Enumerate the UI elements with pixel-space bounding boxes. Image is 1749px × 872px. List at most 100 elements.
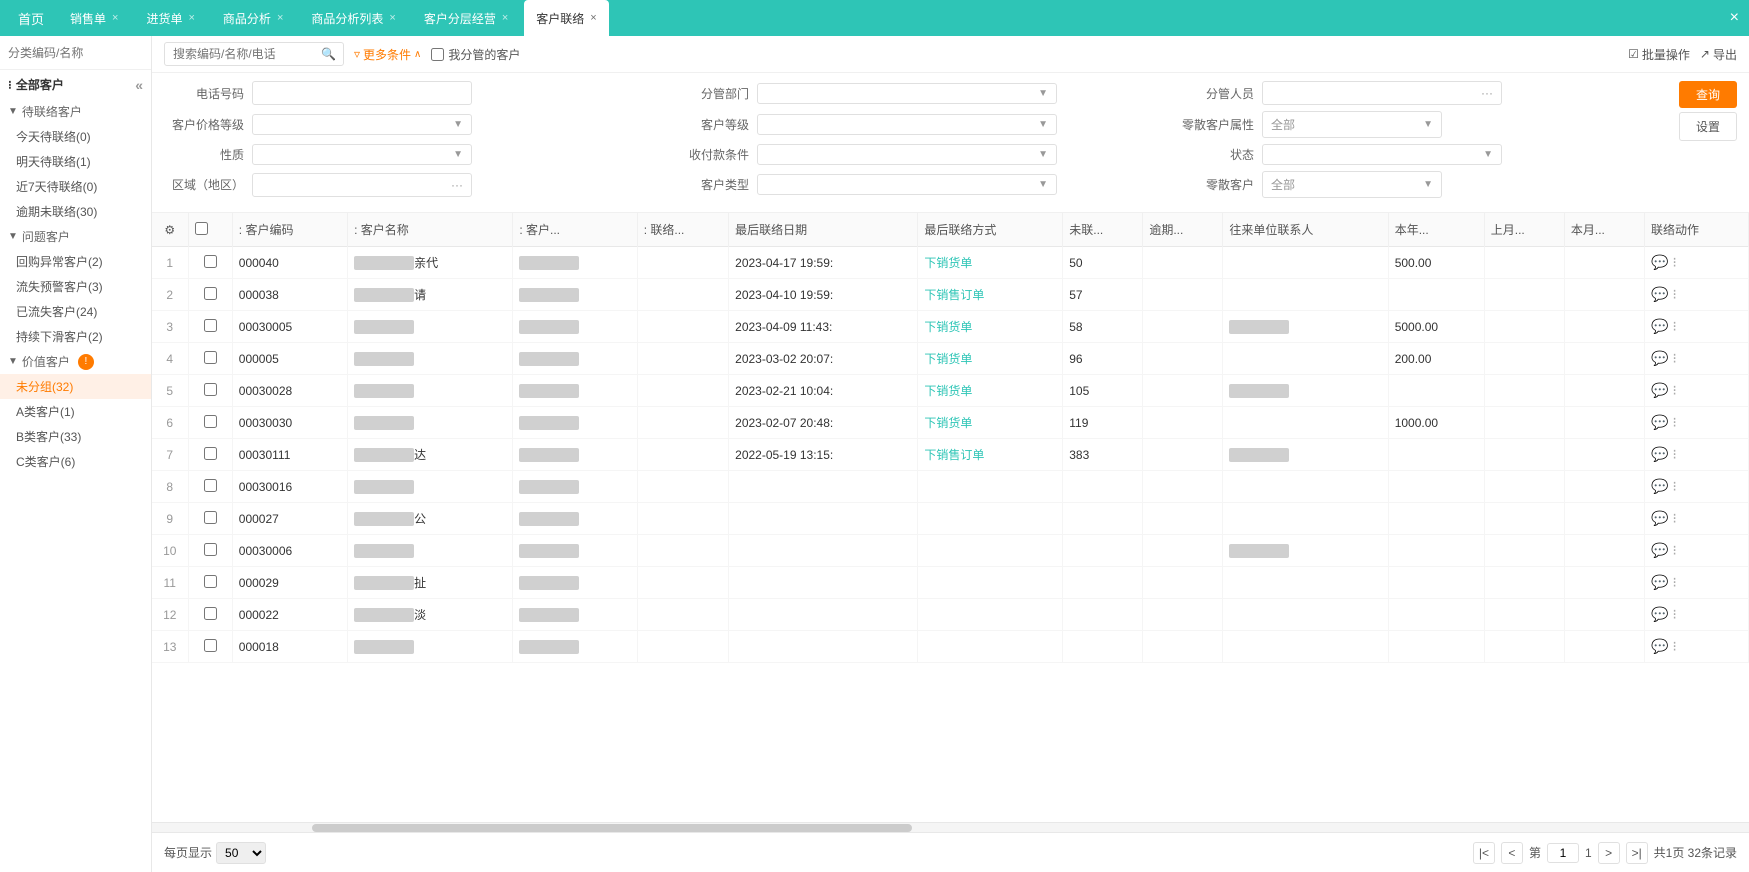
select-all-checkbox[interactable] xyxy=(195,222,208,235)
nav-tab-customer-tier[interactable]: 客户分层经营 × xyxy=(412,0,520,36)
chat-action-icon[interactable]: 💬 xyxy=(1651,254,1668,271)
chat-action-icon[interactable]: 💬 xyxy=(1651,414,1668,431)
next-page-button[interactable]: > xyxy=(1598,842,1620,864)
chat-action-icon[interactable]: 💬 xyxy=(1651,318,1668,335)
row-checkbox[interactable] xyxy=(188,567,232,599)
scattered-attr-select[interactable]: 全部 ▼ xyxy=(1262,111,1442,138)
method-link[interactable]: 下销售订单 xyxy=(924,448,984,462)
col-contact-person[interactable]: 往来单位联系人 xyxy=(1223,213,1388,247)
grid-action-icon[interactable]: ⁝ xyxy=(1672,382,1676,399)
grid-action-icon[interactable]: ⁝ xyxy=(1672,254,1676,271)
first-page-button[interactable]: |< xyxy=(1473,842,1495,864)
nav-tab-customer-contact[interactable]: 客户联络 × xyxy=(524,0,608,36)
sidebar-item-today[interactable]: 今天待联络(0) xyxy=(0,124,151,149)
sidebar-search[interactable]: 🔍 xyxy=(0,36,151,70)
col-contact[interactable]: : 联络... xyxy=(637,213,728,247)
col-settings[interactable]: ⚙ xyxy=(152,213,188,247)
grid-action-icon[interactable]: ⁝ xyxy=(1672,446,1676,463)
sidebar-item-7days[interactable]: 近7天待联络(0) xyxy=(0,174,151,199)
nav-home[interactable]: 首页 xyxy=(8,9,54,28)
method-link[interactable]: 下销货单 xyxy=(924,384,972,398)
col-this-year[interactable]: 本年... xyxy=(1388,213,1484,247)
query-button[interactable]: 查询 xyxy=(1679,81,1737,108)
batch-operation-button[interactable]: ☑ 批量操作 xyxy=(1628,46,1690,63)
nav-tab-product-analysis[interactable]: 商品分析 × xyxy=(211,0,295,36)
last-page-button[interactable]: >| xyxy=(1626,842,1648,864)
row-checkbox[interactable] xyxy=(188,343,232,375)
region-select[interactable]: ··· xyxy=(252,173,472,197)
grid-action-icon[interactable]: ⁝ xyxy=(1672,350,1676,367)
col-unlink[interactable]: 未联... xyxy=(1063,213,1143,247)
collapse-icon[interactable]: « xyxy=(135,77,143,93)
col-last-date[interactable]: 最后联络日期 xyxy=(729,213,918,247)
grid-action-icon[interactable]: ⁝ xyxy=(1672,318,1676,335)
sidebar-item-tomorrow[interactable]: 明天待联络(1) xyxy=(0,149,151,174)
search-input[interactable] xyxy=(164,42,344,66)
method-link[interactable]: 下销货单 xyxy=(924,416,972,430)
col-overdue[interactable]: 逾期... xyxy=(1143,213,1223,247)
close-all-button[interactable]: × xyxy=(1730,9,1739,27)
page-size-select[interactable]: 50 100 xyxy=(216,842,266,864)
grid-action-icon[interactable]: ⁝ xyxy=(1672,510,1676,527)
manager-select[interactable]: ··· xyxy=(1262,81,1502,105)
close-icon[interactable]: × xyxy=(277,12,283,24)
col-checkbox[interactable] xyxy=(188,213,232,247)
grid-action-icon[interactable]: ⁝ xyxy=(1672,414,1676,431)
col-last-month[interactable]: 上月... xyxy=(1484,213,1564,247)
export-button[interactable]: ↗ 导出 xyxy=(1700,46,1737,63)
page-number-input[interactable] xyxy=(1547,843,1579,863)
payment-select[interactable]: ▼ xyxy=(757,144,1057,165)
method-link[interactable]: 下销货单 xyxy=(924,256,972,270)
nav-tab-product-list[interactable]: 商品分析列表 × xyxy=(299,0,407,36)
close-icon[interactable]: × xyxy=(188,12,194,24)
grid-action-icon[interactable]: ⁝ xyxy=(1672,286,1676,303)
row-checkbox[interactable] xyxy=(188,247,232,279)
chat-action-icon[interactable]: 💬 xyxy=(1651,606,1668,623)
close-icon[interactable]: × xyxy=(112,12,118,24)
col-customer-type[interactable]: : 客户... xyxy=(513,213,637,247)
sidebar-item-declining[interactable]: 持续下滑客户(2) xyxy=(0,324,151,349)
nature-select[interactable]: ▼ xyxy=(252,144,472,165)
customer-level-select[interactable]: ▼ xyxy=(757,114,1057,135)
grid-action-icon[interactable]: ⁝ xyxy=(1672,542,1676,559)
phone-input[interactable] xyxy=(252,81,472,105)
chat-action-icon[interactable]: 💬 xyxy=(1651,638,1668,655)
price-level-select[interactable]: ▼ xyxy=(252,114,472,135)
col-name[interactable]: : 客户名称 xyxy=(348,213,513,247)
chat-action-icon[interactable]: 💬 xyxy=(1651,478,1668,495)
row-checkbox[interactable] xyxy=(188,279,232,311)
row-checkbox[interactable] xyxy=(188,439,232,471)
row-checkbox[interactable] xyxy=(188,375,232,407)
row-checkbox[interactable] xyxy=(188,535,232,567)
sidebar-item-churn-warning[interactable]: 流失预警客户(3) xyxy=(0,274,151,299)
grid-action-icon[interactable]: ⁝ xyxy=(1672,478,1676,495)
scattered-select[interactable]: 全部 ▼ xyxy=(1262,171,1442,198)
settings-button[interactable]: 设置 xyxy=(1679,112,1737,141)
chat-action-icon[interactable]: 💬 xyxy=(1651,446,1668,463)
sidebar-item-abnormal[interactable]: 回购异常客户(2) xyxy=(0,249,151,274)
row-checkbox[interactable] xyxy=(188,407,232,439)
horizontal-scrollbar[interactable] xyxy=(152,822,1749,832)
customer-type-select[interactable]: ▼ xyxy=(757,174,1057,195)
col-this-month[interactable]: 本月... xyxy=(1564,213,1644,247)
category-search-input[interactable] xyxy=(8,46,152,60)
refresh-badge[interactable]: ! xyxy=(78,354,94,370)
col-code[interactable]: : 客户编码 xyxy=(232,213,347,247)
grid-action-icon[interactable]: ⁝ xyxy=(1672,574,1676,591)
close-icon[interactable]: × xyxy=(502,12,508,24)
nav-tab-purchase[interactable]: 进货单 × xyxy=(134,0,206,36)
sidebar-item-ungroup[interactable]: 未分组(32) xyxy=(0,374,151,399)
my-customers-checkbox[interactable] xyxy=(431,48,444,61)
method-link[interactable]: 下销售订单 xyxy=(924,288,984,302)
row-checkbox[interactable] xyxy=(188,471,232,503)
all-customers-header[interactable]: ⁝ 全部客户 « xyxy=(0,70,151,99)
sidebar-item-class-b[interactable]: B类客户(33) xyxy=(0,424,151,449)
method-link[interactable]: 下销货单 xyxy=(924,352,972,366)
chat-action-icon[interactable]: 💬 xyxy=(1651,286,1668,303)
search-submit-icon[interactable]: 🔍 xyxy=(321,47,336,61)
sidebar-item-overdue[interactable]: 逾期未联络(30) xyxy=(0,199,151,224)
my-customers-label[interactable]: 我分管的客户 xyxy=(431,46,520,63)
prev-page-button[interactable]: < xyxy=(1501,842,1523,864)
row-checkbox[interactable] xyxy=(188,599,232,631)
row-checkbox[interactable] xyxy=(188,503,232,535)
